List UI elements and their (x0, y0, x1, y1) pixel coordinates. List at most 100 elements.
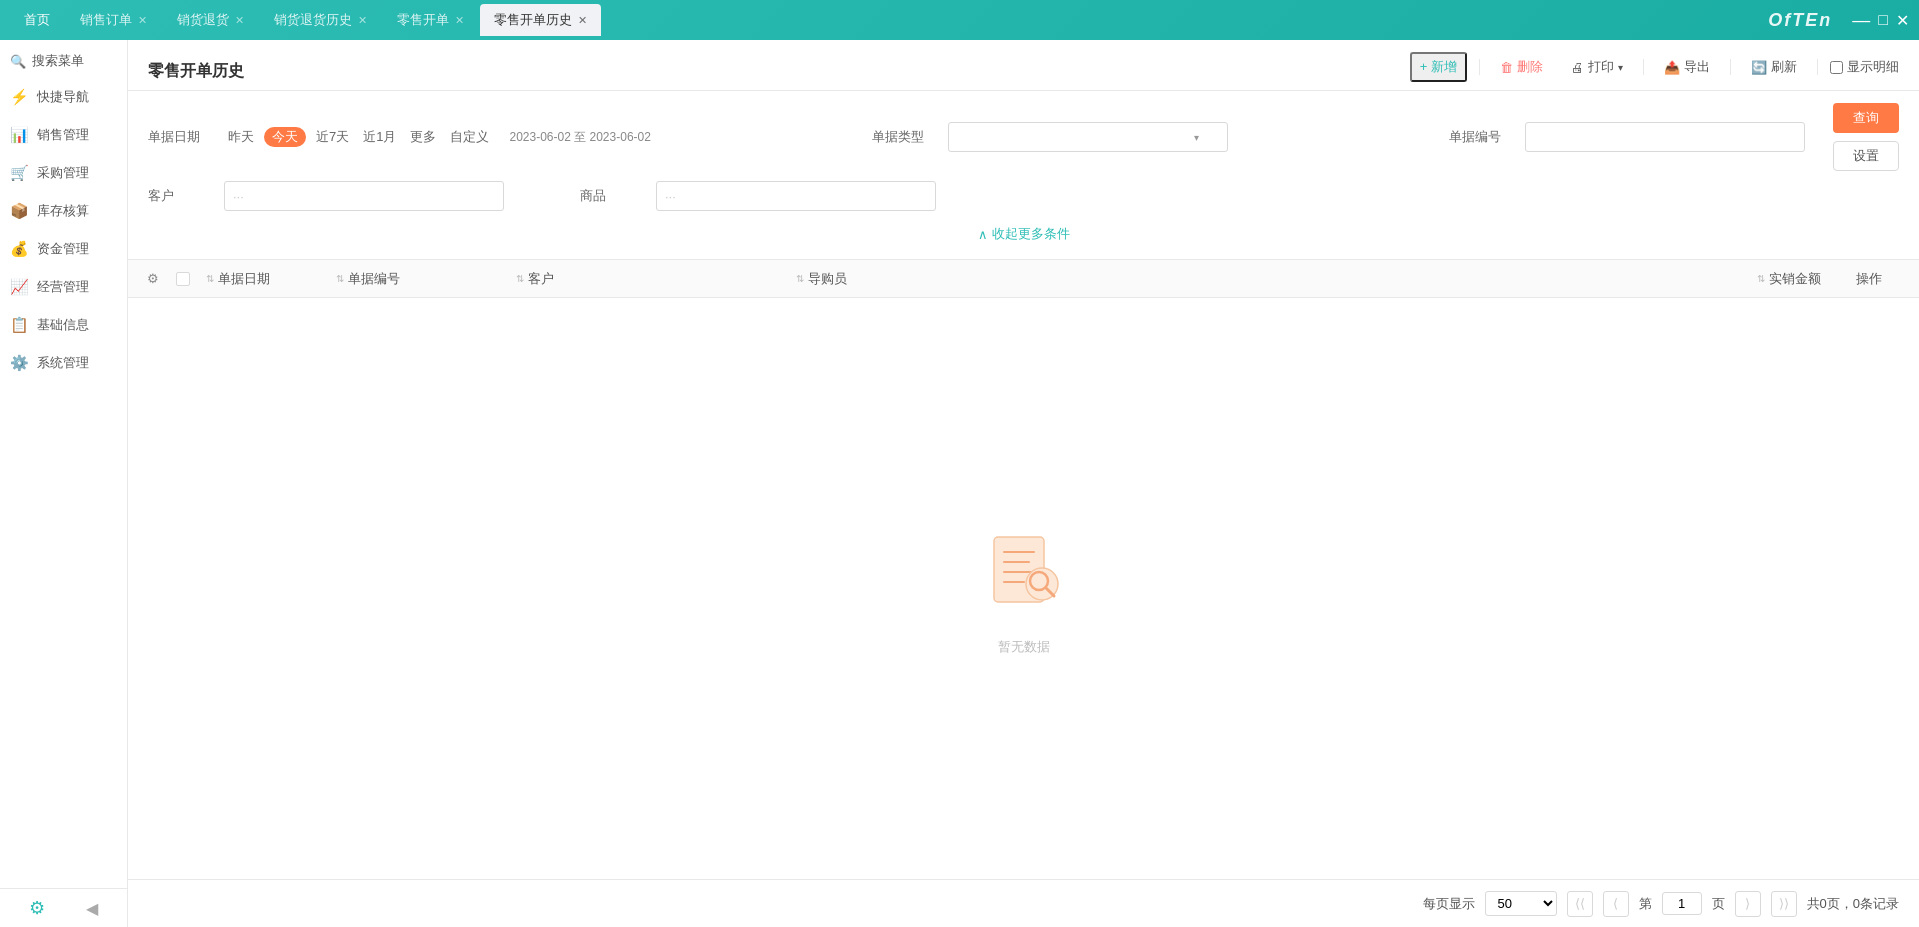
sidebar-item-inventory[interactable]: 📦库存核算 (0, 192, 127, 230)
show-detail-label: 显示明细 (1847, 58, 1899, 76)
sidebar-icon-quick-nav: ⚡ (10, 88, 29, 106)
tab-close-return[interactable]: ✕ (235, 14, 244, 27)
sidebar-label-quick-nav: 快捷导航 (37, 88, 89, 106)
collapse-button[interactable]: ∧ 收起更多条件 (974, 221, 1074, 247)
brand-logo: OfTEn (1768, 10, 1832, 31)
main-layout: 🔍 搜索菜单 ⚡ 快捷导航 📊销售管理🛒采购管理📦库存核算💰资金管理 📈 经营管理 📋基础… (0, 40, 1919, 927)
date-shortcut-自定义[interactable]: 自定义 (446, 126, 493, 148)
setting-button[interactable]: 设置 (1833, 141, 1899, 171)
sidebar-item-operations[interactable]: 📈 经营管理 (0, 268, 127, 306)
doc-type-select[interactable]: ▾ (948, 122, 1228, 152)
sidebar-item-finance[interactable]: 💰资金管理 (0, 230, 127, 268)
page-suffix: 页 (1712, 895, 1725, 913)
tab-close-return-history[interactable]: ✕ (358, 14, 367, 27)
page-input[interactable] (1662, 892, 1702, 915)
sort-icon-num[interactable]: ⇅ (336, 273, 344, 284)
print-button[interactable]: 🖨 打印 ▾ (1563, 54, 1631, 80)
tab-retail-order[interactable]: 零售开单✕ (383, 4, 478, 36)
collapse-sidebar-icon[interactable]: ◀ (86, 899, 98, 918)
close-icon[interactable]: ✕ (1896, 11, 1909, 30)
search-label: 搜索菜单 (32, 52, 84, 70)
page-size-select[interactable]: 2050100200 (1485, 891, 1557, 916)
sidebar-nav: ⚡ 快捷导航 📊销售管理🛒采购管理📦库存核算💰资金管理 📈 经营管理 📋基础信息⚙️系统管… (0, 78, 127, 382)
sidebar-item-basic-info[interactable]: 📋基础信息 (0, 306, 127, 344)
checkbox-all[interactable] (176, 272, 190, 286)
th-guide: ⇅ 导购员 (788, 270, 928, 288)
settings-icon[interactable]: ⚙ (29, 897, 45, 919)
refresh-button[interactable]: 🔄 刷新 (1743, 54, 1805, 80)
add-button[interactable]: + 新增 (1410, 52, 1467, 82)
tab-close-retail-history[interactable]: ✕ (578, 14, 587, 27)
sidebar-label-finance: 资金管理 (37, 240, 89, 258)
maximize-icon[interactable]: □ (1878, 11, 1888, 29)
sidebar-icon-sales-mgmt: 📊 (10, 126, 29, 144)
sidebar-item-quick-nav[interactable]: ⚡ 快捷导航 (0, 78, 127, 116)
tab-sales-order[interactable]: 销售订单✕ (66, 4, 161, 36)
sidebar-icon-system: ⚙️ (10, 354, 29, 372)
refresh-label: 刷新 (1771, 58, 1797, 76)
select-all-checkbox[interactable] (168, 272, 198, 286)
tab-return-history[interactable]: 销货退货历史✕ (260, 4, 381, 36)
top-bar: 首页销售订单✕销货退货✕销货退货历史✕零售开单✕零售开单历史✕ OfTEn — □… (0, 0, 1919, 40)
show-detail-input[interactable] (1830, 61, 1843, 74)
sidebar-item-purchase-mgmt[interactable]: 🛒采购管理 (0, 154, 127, 192)
doc-type-value (957, 128, 970, 146)
export-button[interactable]: 📤 导出 (1656, 54, 1718, 80)
th-amount-label: 实销金额 (1769, 270, 1821, 288)
sort-icon-customer[interactable]: ⇅ (516, 273, 524, 284)
sidebar-search[interactable]: 🔍 搜索菜单 (0, 40, 127, 78)
sort-icon-amount[interactable]: ⇅ (1757, 273, 1765, 284)
filter-row-1: 单据日期 昨天今天近7天近1月更多自定义 2023-06-02 至 2023-0… (148, 103, 1899, 171)
sidebar-bottom: ⚙ ◀ (0, 888, 127, 927)
sidebar-item-system[interactable]: ⚙️系统管理 (0, 344, 127, 382)
date-range: 2023-06-02 至 2023-06-02 (509, 129, 650, 146)
column-settings-icon[interactable]: ⚙ (138, 271, 168, 286)
date-shortcut-今天[interactable]: 今天 (264, 127, 306, 147)
date-shortcut-近7天[interactable]: 近7天 (312, 126, 353, 148)
th-customer-label: 客户 (528, 270, 554, 288)
next-page-btn[interactable]: ⟩ (1735, 891, 1761, 917)
goods-select[interactable]: ··· (656, 181, 936, 211)
page-label: 第 (1639, 895, 1652, 913)
doc-type-arrow: ▾ (1194, 132, 1199, 143)
minimize-icon[interactable]: — (1852, 11, 1870, 29)
sidebar: 🔍 搜索菜单 ⚡ 快捷导航 📊销售管理🛒采购管理📦库存核算💰资金管理 📈 经营管理 📋基础… (0, 40, 128, 927)
goods-placeholder: ··· (665, 189, 676, 204)
export-label: 导出 (1684, 58, 1710, 76)
customer-select[interactable]: ··· (224, 181, 504, 211)
divider (1479, 59, 1480, 75)
tab-close-sales-order[interactable]: ✕ (138, 14, 147, 27)
sidebar-label-operations: 经营管理 (37, 278, 89, 296)
show-detail-checkbox[interactable]: 显示明细 (1830, 58, 1899, 76)
tab-retail-history[interactable]: 零售开单历史✕ (480, 4, 601, 36)
date-shortcut-更多[interactable]: 更多 (406, 126, 440, 148)
pagination: 每页显示 2050100200 ⟨⟨ ⟨ 第 页 ⟩ ⟩⟩ 共0页，0条记录 (128, 879, 1919, 927)
divider3 (1730, 59, 1731, 75)
date-shortcut-昨天[interactable]: 昨天 (224, 126, 258, 148)
page-header: 零售开单历史 + 新增 🗑 删除 🖨 打印 ▾ 📤 导出 (128, 40, 1919, 91)
customer-label: 客户 (148, 187, 208, 205)
th-num: ⇅ 单据编号 (328, 270, 508, 288)
last-page-btn[interactable]: ⟩⟩ (1771, 891, 1797, 917)
tab-return[interactable]: 销货退货✕ (163, 4, 258, 36)
sidebar-item-sales-mgmt[interactable]: 📊销售管理 (0, 116, 127, 154)
query-button[interactable]: 查询 (1833, 103, 1899, 133)
prev-page-btn[interactable]: ⟨ (1603, 891, 1629, 917)
tab-list: 首页销售订单✕销货退货✕销货退货历史✕零售开单✕零售开单历史✕ OfTEn (10, 4, 1852, 36)
doc-num-input[interactable] (1525, 122, 1805, 152)
th-date: ⇅ 单据日期 (198, 270, 328, 288)
divider2 (1643, 59, 1644, 75)
date-shortcut-近1月[interactable]: 近1月 (359, 126, 400, 148)
sidebar-icon-operations: 📈 (10, 278, 29, 296)
sort-icon-date[interactable]: ⇅ (206, 273, 214, 284)
first-page-btn[interactable]: ⟨⟨ (1567, 891, 1593, 917)
th-op: 操作 (1829, 270, 1909, 288)
th-op-label: 操作 (1856, 270, 1882, 288)
sort-icon-guide[interactable]: ⇅ (796, 273, 804, 284)
empty-text: 暂无数据 (998, 638, 1050, 656)
content-area: 零售开单历史 + 新增 🗑 删除 🖨 打印 ▾ 📤 导出 (128, 40, 1919, 927)
delete-button[interactable]: 🗑 删除 (1492, 54, 1551, 80)
delete-icon: 🗑 (1500, 60, 1513, 75)
tab-close-retail-order[interactable]: ✕ (455, 14, 464, 27)
tab-home[interactable]: 首页 (10, 4, 64, 36)
